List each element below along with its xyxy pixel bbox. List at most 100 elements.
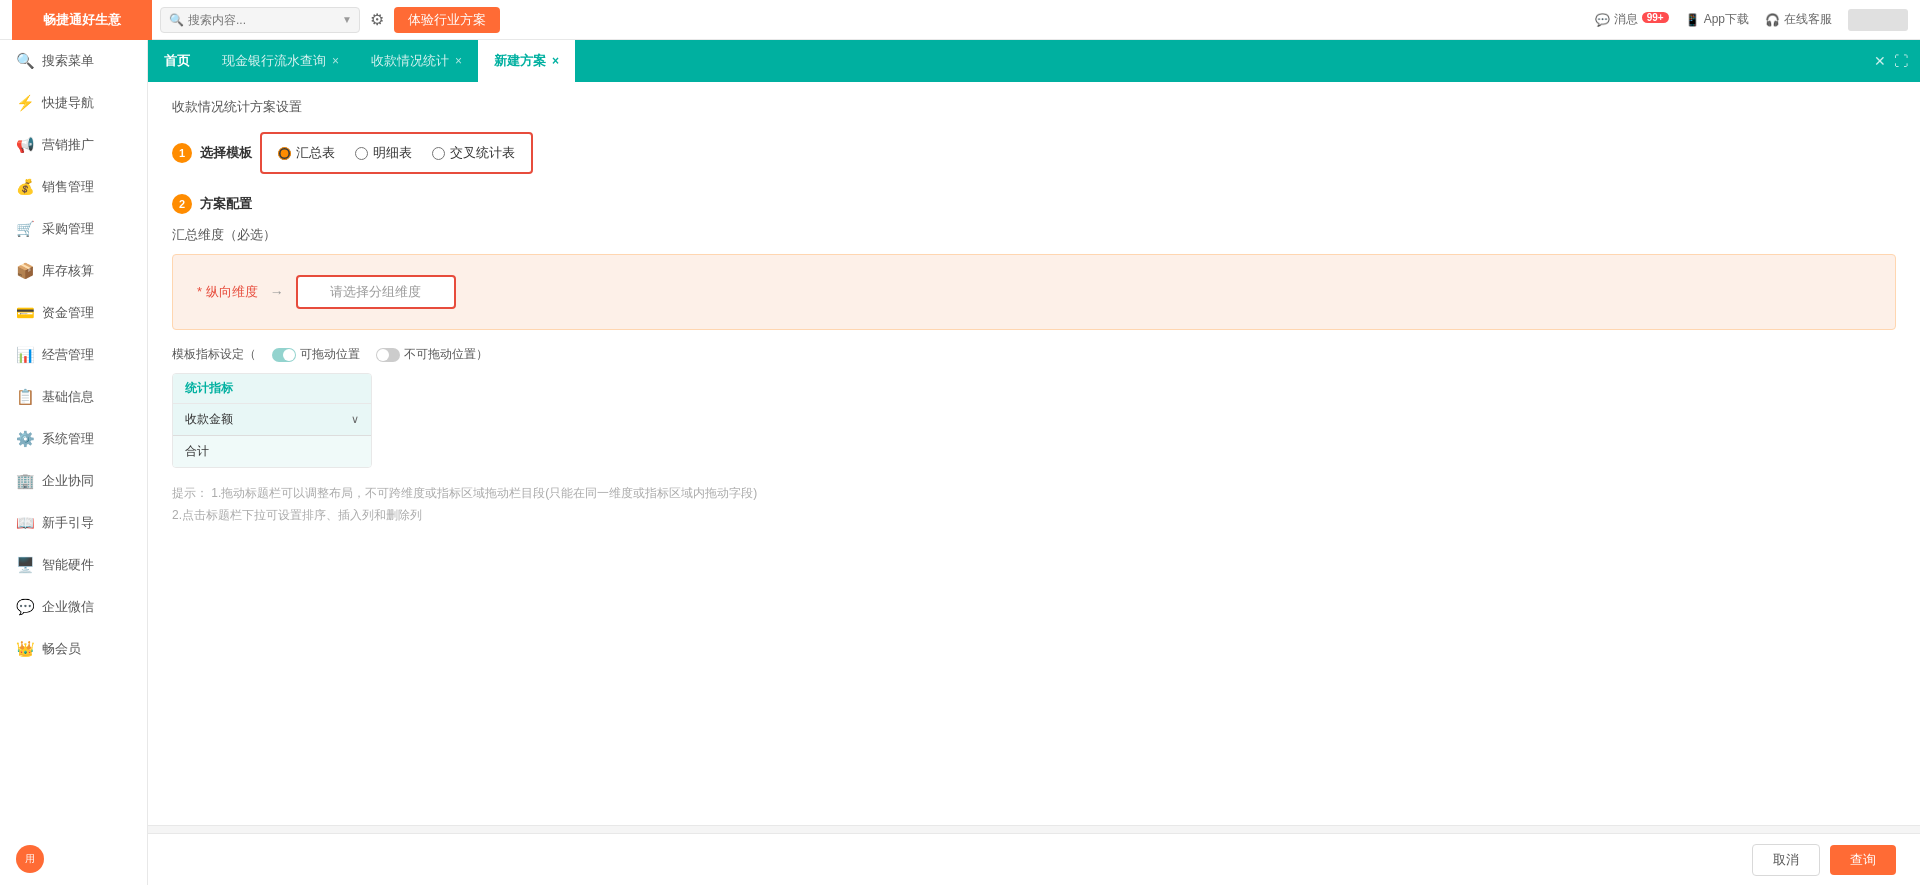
indicator-row-amount[interactable]: 收款金额 ∨: [173, 404, 371, 436]
tab-home-label: 首页: [164, 52, 190, 70]
nodrag-toggle-icon: [376, 348, 400, 362]
tab-home[interactable]: 首页: [148, 40, 206, 82]
tab-collection-label: 收款情况统计: [371, 52, 449, 70]
radio-detail[interactable]: 明细表: [355, 144, 412, 162]
drag-label: 可拖动位置: [300, 346, 360, 363]
dimension-select-button[interactable]: 请选择分组维度: [296, 275, 456, 309]
page-title: 收款情况统计方案设置: [172, 98, 1896, 116]
sidebar-item-quicknav[interactable]: ⚡ 快捷导航: [0, 82, 147, 124]
tip-line2: 2.点击标题栏下拉可设置排序、插入列和删除列: [172, 505, 1896, 527]
gear-icon[interactable]: ⚙: [366, 10, 388, 29]
chevron-down-indicator-icon[interactable]: ∨: [351, 413, 359, 426]
sidebar-item-purchase[interactable]: 🛒 采购管理: [0, 208, 147, 250]
sales-icon: 💰: [16, 178, 34, 196]
message-label: 消息: [1614, 11, 1638, 28]
window-maximize-icon[interactable]: ⛶: [1894, 53, 1908, 69]
sidebar-item-sales[interactable]: 💰 销售管理: [0, 166, 147, 208]
member-icon: 👑: [16, 640, 34, 658]
sidebar-user-avatar[interactable]: 用: [16, 845, 44, 873]
sidebar-item-inventory[interactable]: 📦 库存核算: [0, 250, 147, 292]
search-icon: 🔍: [169, 13, 184, 27]
tab-newplan-close[interactable]: ×: [552, 54, 559, 68]
sidebar-label-guide: 新手引导: [42, 514, 94, 532]
query-button[interactable]: 查询: [1830, 845, 1896, 875]
download-label: App下载: [1704, 11, 1749, 28]
sidebar-item-member[interactable]: 👑 畅会员: [0, 628, 147, 670]
sidebar-bottom: 用: [0, 833, 147, 885]
arrow-right-icon: →: [270, 284, 284, 300]
step2-title: 方案配置: [200, 195, 252, 213]
sidebar: 🔍 搜索菜单 ⚡ 快捷导航 📢 营销推广 💰 销售管理 🛒 采购管理 📦 库存核…: [0, 40, 148, 885]
sidebar-item-marketing[interactable]: 📢 营销推广: [0, 124, 147, 166]
window-minimize-icon[interactable]: ✕: [1874, 53, 1886, 69]
trial-button[interactable]: 体验行业方案: [394, 7, 500, 33]
search-menu-icon: 🔍: [16, 52, 34, 70]
finance-icon: 💳: [16, 304, 34, 322]
radio-summary-input[interactable]: [278, 147, 291, 160]
radio-detail-label: 明细表: [373, 144, 412, 162]
nodrag-label: 不可拖动位置）: [404, 346, 488, 363]
radio-summary[interactable]: 汇总表: [278, 144, 335, 162]
sidebar-label-hardware: 智能硬件: [42, 556, 94, 574]
sidebar-item-enterprise[interactable]: 🏢 企业协同: [0, 460, 147, 502]
legend-prefix: 模板指标设定（: [172, 346, 256, 363]
sidebar-item-basic[interactable]: 📋 基础信息: [0, 376, 147, 418]
drag-toggle-icon: [272, 348, 296, 362]
radio-cross-input[interactable]: [432, 147, 445, 160]
tab-newplan-label: 新建方案: [494, 52, 546, 70]
sidebar-label-member: 畅会员: [42, 640, 81, 658]
sidebar-item-guide[interactable]: 📖 新手引导: [0, 502, 147, 544]
legend-draggable: 可拖动位置: [272, 346, 360, 363]
inventory-icon: 📦: [16, 262, 34, 280]
tab-cashflow-close[interactable]: ×: [332, 54, 339, 68]
sidebar-item-wechat[interactable]: 💬 企业微信: [0, 586, 147, 628]
sidebar-label-system: 系统管理: [42, 430, 94, 448]
sidebar-item-system[interactable]: ⚙️ 系统管理: [0, 418, 147, 460]
sidebar-item-hardware[interactable]: 🖥️ 智能硬件: [0, 544, 147, 586]
sidebar-label-purchase: 采购管理: [42, 220, 94, 238]
message-button[interactable]: 💬 消息 99+: [1595, 11, 1669, 28]
radio-detail-input[interactable]: [355, 147, 368, 160]
step2-number: 2: [172, 194, 192, 214]
step2-header: 2 方案配置: [172, 194, 1896, 214]
tips-area: 提示： 1.拖动标题栏可以调整布局，不可跨维度或指标区域拖动栏目段(只能在同一维…: [172, 471, 1896, 538]
radio-cross[interactable]: 交叉统计表: [432, 144, 515, 162]
indicator-table: 统计指标 收款金额 ∨ 合计: [172, 373, 372, 468]
tab-bar-actions: ✕ ⛶: [1874, 53, 1920, 69]
guide-icon: 📖: [16, 514, 34, 532]
sidebar-label-marketing: 营销推广: [42, 136, 94, 154]
tab-collection-close[interactable]: ×: [455, 54, 462, 68]
step2-section: 2 方案配置 汇总维度（必选） * 纵向维度 → 请选择分组维度: [172, 194, 1896, 538]
chevron-down-icon[interactable]: ▼: [342, 14, 352, 25]
row-dimension-label: * 纵向维度: [197, 283, 258, 301]
tab-cashflow[interactable]: 现金银行流水查询 ×: [206, 40, 355, 82]
service-button[interactable]: 🎧 在线客服: [1765, 11, 1832, 28]
content-area: 首页 现金银行流水查询 × 收款情况统计 × 新建方案 × ✕ ⛶: [148, 40, 1920, 885]
quicknav-icon: ⚡: [16, 94, 34, 112]
user-avatar[interactable]: [1848, 9, 1908, 31]
tab-collection[interactable]: 收款情况统计 ×: [355, 40, 478, 82]
top-bar-right: 💬 消息 99+ 📱 App下载 🎧 在线客服: [1595, 9, 1908, 31]
top-bar-search: 🔍 ▼ ⚙ 体验行业方案: [160, 7, 1587, 33]
search-input[interactable]: [188, 13, 338, 27]
dimension-config: 汇总维度（必选） * 纵向维度 → 请选择分组维度: [172, 226, 1896, 330]
sidebar-item-management[interactable]: 📊 经营管理: [0, 334, 147, 376]
radio-summary-label: 汇总表: [296, 144, 335, 162]
cancel-button[interactable]: 取消: [1752, 844, 1820, 876]
hardware-icon: 🖥️: [16, 556, 34, 574]
indicator-amount-label: 收款金额: [185, 411, 233, 428]
tab-newplan[interactable]: 新建方案 ×: [478, 40, 575, 82]
logo-text: 畅捷通好生意: [43, 11, 121, 29]
basic-icon: 📋: [16, 388, 34, 406]
sidebar-item-finance[interactable]: 💳 资金管理: [0, 292, 147, 334]
management-icon: 📊: [16, 346, 34, 364]
download-button[interactable]: 📱 App下载: [1685, 11, 1749, 28]
search-input-wrap[interactable]: 🔍 ▼: [160, 7, 360, 33]
indicator-legend: 模板指标设定（ 可拖动位置 不可拖动位置）: [172, 346, 1896, 363]
page-inner: 收款情况统计方案设置 1 选择模板 汇总表: [148, 82, 1920, 825]
template-selector: 汇总表 明细表 交叉统计表: [260, 132, 533, 174]
save-section: 方案保存（可选）: [148, 825, 1920, 833]
sidebar-item-search[interactable]: 🔍 搜索菜单: [0, 40, 147, 82]
marketing-icon: 📢: [16, 136, 34, 154]
sidebar-label-inventory: 库存核算: [42, 262, 94, 280]
